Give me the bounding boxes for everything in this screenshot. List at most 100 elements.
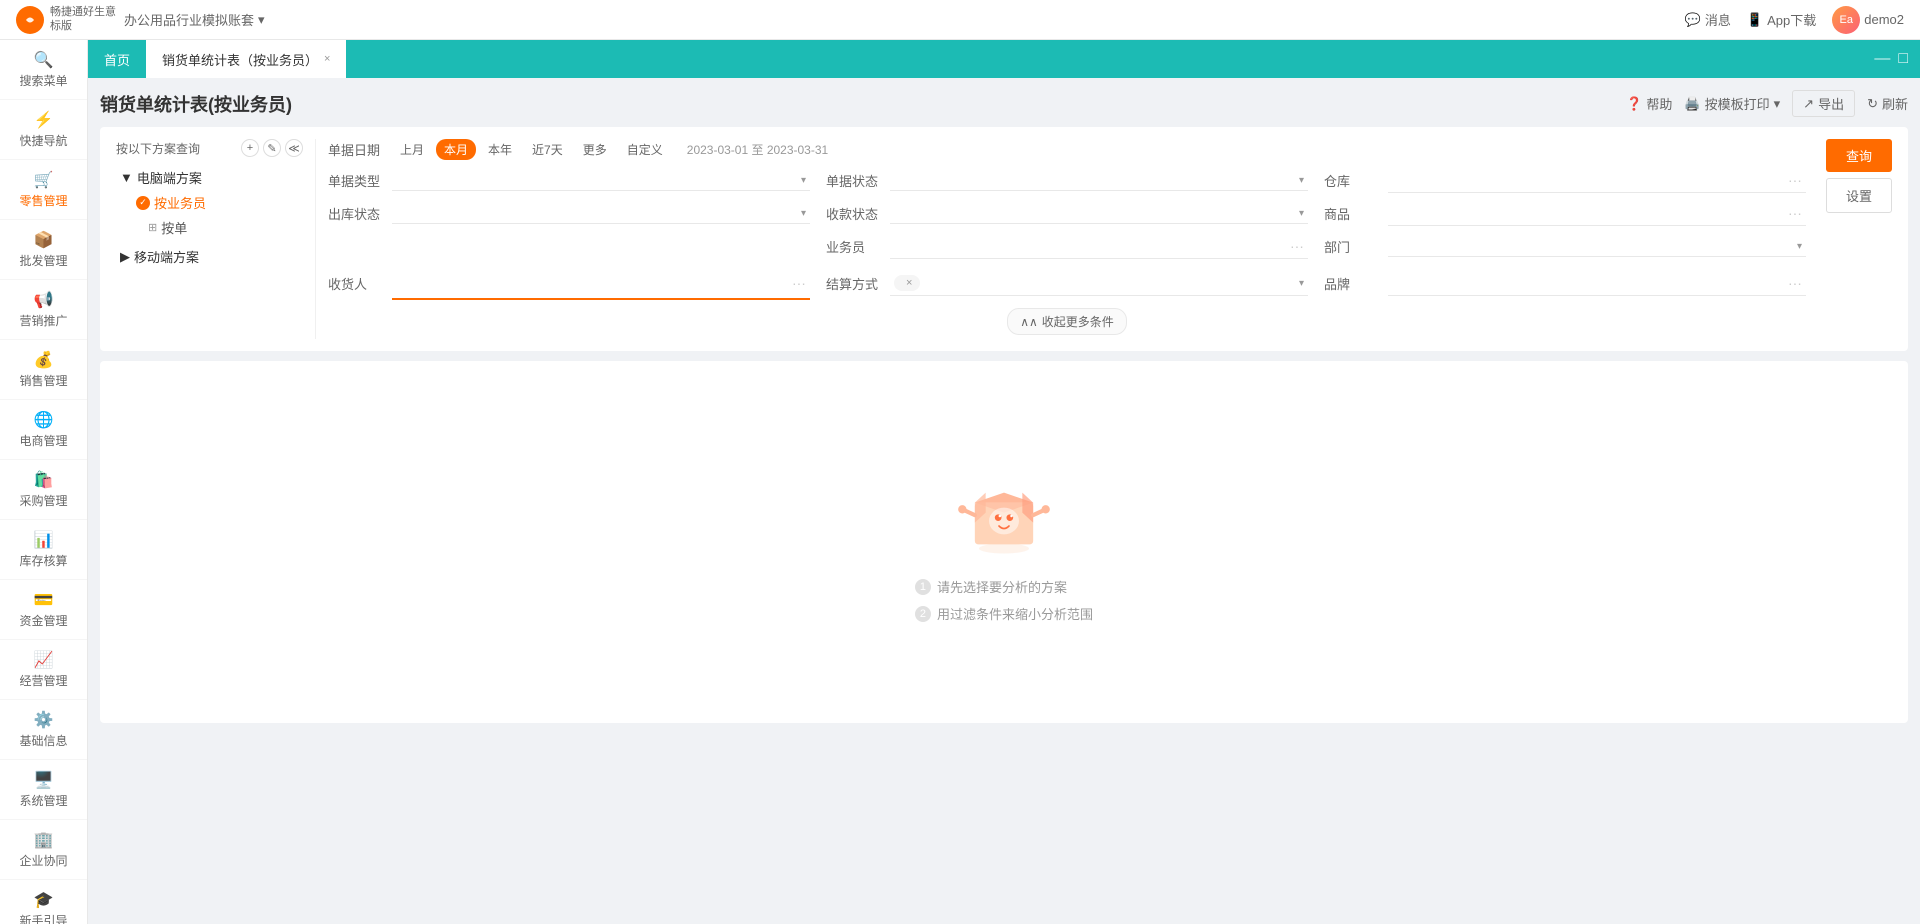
date-tab-this-year[interactable]: 本年	[480, 139, 520, 160]
out-status-select[interactable]: ▾	[392, 204, 810, 224]
sidebar-item-newbie[interactable]: 🎓 新手引导	[0, 880, 87, 924]
query-right-wrapper: 单据日期 上月 本月 本年 近7天 更多 自定义 2023-03-01 至 20…	[328, 139, 1892, 339]
page-content: 销货单统计表(按业务员) ❓ 帮助 🖨️ 按模板打印 ▾ ↗ 导出	[88, 78, 1920, 924]
tab-home[interactable]: 首页	[88, 40, 146, 78]
export-icon: ↗	[1803, 96, 1814, 112]
add-scheme-btn[interactable]: +	[241, 139, 259, 157]
header-right: 💬 消息 📱 App下载 Ea demo2	[1685, 6, 1904, 34]
salesperson-dots-icon[interactable]: ···	[1290, 238, 1304, 254]
goods-filter: 商品 ···	[1324, 201, 1806, 226]
doc-status-select[interactable]: ▾	[890, 171, 1308, 191]
payment-status-select[interactable]: ▾	[890, 204, 1308, 224]
goods-select[interactable]: ···	[1388, 201, 1806, 226]
edit-scheme-btn[interactable]: ✎	[263, 139, 281, 157]
date-tab-last-month[interactable]: 上月	[392, 139, 432, 160]
filter-grid-row4: 收货人 ··· 结算方式	[328, 267, 1806, 300]
sidebar-item-sales[interactable]: 💰 销售管理	[0, 340, 87, 400]
warehouse-dots-icon[interactable]: ···	[1788, 172, 1802, 188]
collapse-scheme-btn[interactable]: ≪	[285, 139, 303, 157]
message-icon: 💬	[1685, 12, 1701, 28]
order-icon: ⊞	[148, 221, 157, 234]
collapse-btn[interactable]: ∧∧ 收起更多条件	[1007, 308, 1127, 335]
date-tabs: 上月 本月 本年 近7天 更多 自定义	[392, 139, 671, 160]
salesperson-filter: 业务员 ···	[826, 234, 1308, 259]
goods-label: 商品	[1324, 204, 1380, 223]
wholesale-icon: 📦	[4, 230, 83, 250]
sidebar-quick-nav[interactable]: ⚡ 快捷导航	[0, 100, 87, 160]
receiver-dots-icon[interactable]: ···	[792, 275, 806, 291]
mobile-group-header[interactable]: ▶ 移动端方案	[116, 244, 303, 269]
mobile-group-chevron-icon: ▶	[120, 249, 130, 265]
query-action-buttons: 查询 设置	[1826, 139, 1892, 339]
export-btn[interactable]: ↗ 导出	[1792, 90, 1855, 117]
empty-state-panel: 1 请先选择要分析的方案 2 用过滤条件来缩小分析范围	[100, 361, 1908, 723]
sidebar-item-wholesale[interactable]: 📦 批发管理	[0, 220, 87, 280]
date-filter-row: 单据日期 上月 本月 本年 近7天 更多 自定义 2023-03-01 至 20…	[328, 139, 1806, 160]
nav-icon: ⚡	[4, 110, 83, 130]
print-template-btn[interactable]: 🖨️ 按模板打印 ▾	[1684, 94, 1780, 113]
top-header: 畅捷通好生意 标版 办公用品行业模拟账套 ▾ 💬 消息 📱 App下载 Ea d…	[0, 0, 1920, 40]
page-title-bar: 销货单统计表(按业务员) ❓ 帮助 🖨️ 按模板打印 ▾ ↗ 导出	[100, 90, 1908, 117]
receiver-label: 收货人	[328, 274, 384, 293]
out-status-chevron-icon: ▾	[801, 208, 806, 219]
settings-button[interactable]: 设置	[1826, 178, 1892, 213]
query-panel: 按以下方案查询 + ✎ ≪ ▼ 电脑端方案	[100, 127, 1908, 351]
sidebar-item-finance[interactable]: 💳 资金管理	[0, 580, 87, 640]
date-tab-last7[interactable]: 近7天	[524, 139, 571, 160]
purchase-icon: 🛍️	[4, 470, 83, 490]
tab-restore-btn[interactable]: □	[1898, 50, 1908, 68]
tree-item-by-salesperson[interactable]: ✓ 按业务员	[116, 190, 303, 215]
sidebar-item-marketing[interactable]: 📢 营销推广	[0, 280, 87, 340]
tree-item-by-order[interactable]: ⊞ 按单	[116, 215, 303, 240]
date-tab-more[interactable]: 更多	[575, 139, 615, 160]
date-tab-this-month[interactable]: 本月	[436, 139, 476, 160]
tab-close-btn[interactable]: ×	[324, 54, 330, 65]
department-label: 部门	[1324, 237, 1380, 256]
receiver-input[interactable]	[396, 271, 792, 294]
tab-minimize-btn[interactable]: —	[1874, 50, 1890, 68]
tab-bar: 首页 销货单统计表（按业务员） × — □	[88, 40, 1920, 78]
newbie-icon: 🎓	[4, 890, 83, 910]
doc-type-select[interactable]: ▾	[392, 171, 810, 191]
doc-type-label: 单据类型	[328, 171, 384, 190]
message-btn[interactable]: 💬 消息	[1685, 10, 1731, 29]
breadcrumb: 办公用品行业模拟账套 ▾	[124, 10, 265, 29]
sidebar-item-enterprise[interactable]: 🏢 企业协同	[0, 820, 87, 880]
salesperson-select[interactable]: ···	[890, 234, 1308, 259]
refresh-btn[interactable]: ↻ 刷新	[1867, 94, 1908, 113]
sidebar-item-basic[interactable]: ⚙️ 基础信息	[0, 700, 87, 760]
sidebar: 🔍 搜索菜单 ⚡ 快捷导航 🛒 零售管理 📦 批发管理 📢 营销推广 💰 销售管…	[0, 40, 88, 924]
header-left: 畅捷通好生意 标版 办公用品行业模拟账套 ▾	[16, 6, 265, 34]
query-button[interactable]: 查询	[1826, 139, 1892, 172]
print-chevron-icon: ▾	[1774, 96, 1781, 112]
empty-tip-2: 2 用过滤条件来缩小分析范围	[915, 604, 1093, 623]
department-select[interactable]: ▾	[1388, 237, 1806, 257]
tab-active[interactable]: 销货单统计表（按业务员） ×	[146, 40, 346, 78]
page-actions: ❓ 帮助 🖨️ 按模板打印 ▾ ↗ 导出 ↻ 刷新	[1626, 90, 1908, 117]
brand-select[interactable]: ···	[1388, 271, 1806, 296]
sidebar-item-system[interactable]: 🖥️ 系统管理	[0, 760, 87, 820]
sidebar-item-purchase[interactable]: 🛍️ 采购管理	[0, 460, 87, 520]
brand-dots-icon[interactable]: ···	[1788, 275, 1802, 291]
scheme-actions: + ✎ ≪	[241, 139, 303, 157]
department-filter: 部门 ▾	[1324, 234, 1806, 259]
warehouse-label: 仓库	[1324, 171, 1380, 190]
tab-bar-right: — □	[1874, 50, 1920, 68]
settlement-tag-close[interactable]: ×	[906, 277, 912, 289]
sidebar-item-retail[interactable]: 🛒 零售管理	[0, 160, 87, 220]
sidebar-search[interactable]: 🔍 搜索菜单	[0, 40, 87, 100]
empty-tip-1: 1 请先选择要分析的方案	[915, 577, 1093, 596]
sidebar-item-inventory[interactable]: 📊 库存核算	[0, 520, 87, 580]
department-chevron-icon: ▾	[1797, 241, 1802, 252]
warehouse-select[interactable]: ···	[1388, 168, 1806, 193]
goods-dots-icon[interactable]: ···	[1788, 205, 1802, 221]
help-btn[interactable]: ❓ 帮助	[1626, 94, 1672, 113]
app-download-btn[interactable]: 📱 App下载	[1747, 10, 1816, 29]
sidebar-item-operation[interactable]: 📈 经营管理	[0, 640, 87, 700]
settlement-select[interactable]: × ▾	[890, 271, 1308, 296]
pc-group-header[interactable]: ▼ 电脑端方案	[116, 165, 303, 190]
brand-label: 品牌	[1324, 274, 1380, 293]
date-tab-custom[interactable]: 自定义	[619, 139, 671, 160]
user-area[interactable]: Ea demo2	[1832, 6, 1904, 34]
sidebar-item-ecommerce[interactable]: 🌐 电商管理	[0, 400, 87, 460]
